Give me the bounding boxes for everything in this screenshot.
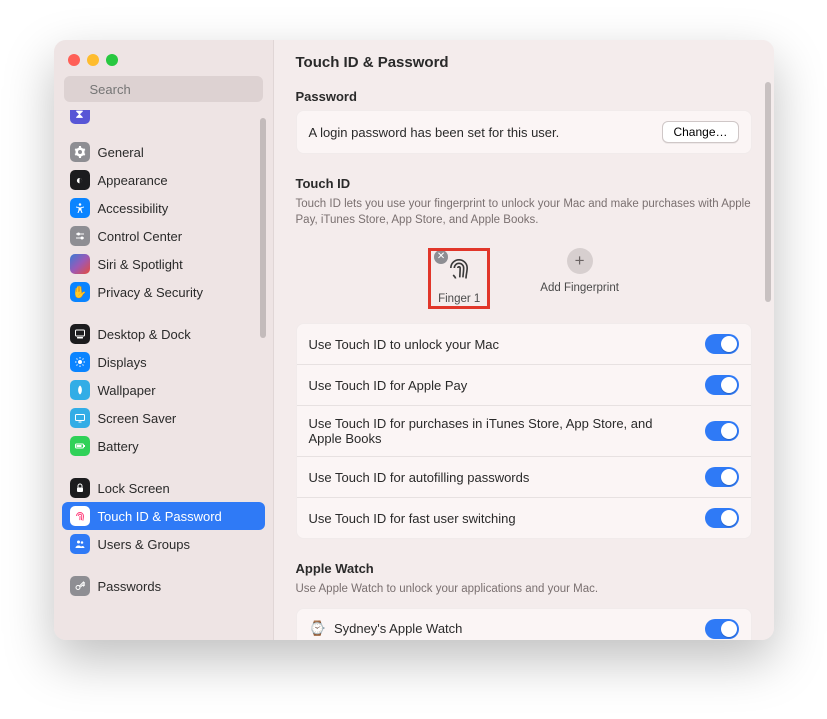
sidebar-item-label: Users & Groups: [98, 537, 190, 552]
display-icon: [70, 352, 90, 372]
sidebar-item-label: Desktop & Dock: [98, 327, 191, 342]
sidebar-item-label: Control Center: [98, 229, 183, 244]
wallpaper-icon: [70, 380, 90, 400]
apple-watch-description: Use Apple Watch to unlock your applicati…: [296, 582, 752, 598]
sidebar-list[interactable]: ⧗ General ◐ Appearance Accessibility: [54, 110, 273, 640]
hand-icon: ✋: [70, 282, 90, 302]
toggle-unlock-mac[interactable]: [705, 334, 739, 354]
appearance-icon: ◐: [70, 170, 90, 190]
fingerprint-finger-1[interactable]: ✕ Finger 1: [438, 254, 480, 305]
sidebar-item-label: General: [98, 145, 144, 160]
sidebar-item-label: Screen Saver: [98, 411, 177, 426]
toggle-apple-watch-unlock[interactable]: [705, 619, 739, 639]
siri-icon: [70, 254, 90, 274]
touchid-description: Touch ID lets you use your fingerprint t…: [296, 197, 752, 228]
main-scrollbar[interactable]: [765, 82, 771, 302]
touchid-option-row: Use Touch ID for autofilling passwords: [297, 456, 751, 497]
sidebar-item-siri[interactable]: Siri & Spotlight: [62, 250, 265, 278]
touchid-option-row: Use Touch ID for Apple Pay: [297, 364, 751, 405]
sidebar-item-label: Touch ID & Password: [98, 509, 222, 524]
sidebar-item-screensaver[interactable]: Screen Saver: [62, 404, 265, 432]
fingerprint-highlight: ✕ Finger 1: [428, 248, 490, 309]
sidebar-item-displays[interactable]: Displays: [62, 348, 265, 376]
password-heading: Password: [296, 89, 752, 104]
option-label: Use Touch ID for fast user switching: [309, 511, 516, 526]
hourglass-icon: ⧗: [70, 110, 90, 124]
touchid-option-row: Use Touch ID for fast user switching: [297, 497, 751, 538]
sidebar-item-battery[interactable]: Battery: [62, 432, 265, 460]
apple-watch-icon: ⌚: [309, 620, 326, 637]
add-fingerprint-label: Add Fingerprint: [540, 282, 619, 294]
sidebar-item-label: Displays: [98, 355, 147, 370]
accessibility-icon: [70, 198, 90, 218]
zoom-window-button[interactable]: [106, 54, 118, 66]
sidebar-item-label: Accessibility: [98, 201, 169, 216]
sidebar-item-label: Battery: [98, 439, 139, 454]
fingerprint-area: ✕ Finger 1 + Ad: [296, 238, 752, 323]
key-icon: [70, 576, 90, 596]
dock-icon: [70, 324, 90, 344]
apple-watch-card: ⌚ Sydney's Apple Watch: [296, 608, 752, 640]
fingerprint-icon: [445, 254, 473, 285]
option-label: Use Touch ID for Apple Pay: [309, 378, 468, 393]
sidebar-item-label: Lock Screen: [98, 481, 170, 496]
apple-watch-heading: Apple Watch: [296, 561, 752, 576]
sidebar-item-control-center[interactable]: Control Center: [62, 222, 265, 250]
sliders-icon: [70, 226, 90, 246]
main-content[interactable]: Touch ID & Password Password A login pas…: [274, 40, 774, 640]
sidebar-item-label: Siri & Spotlight: [98, 257, 183, 272]
sidebar-item-label: Appearance: [98, 173, 168, 188]
touchid-option-row: Use Touch ID for purchases in iTunes Sto…: [297, 405, 751, 456]
battery-icon: [70, 436, 90, 456]
sidebar-scrollbar[interactable]: [260, 118, 266, 338]
lock-icon: [70, 478, 90, 498]
system-settings-window: ⧗ General ◐ Appearance Accessibility: [54, 40, 774, 640]
fingerprint-icon: [70, 506, 90, 526]
fingerprint-label: Finger 1: [438, 293, 480, 305]
sidebar-item-accessibility[interactable]: Accessibility: [62, 194, 265, 222]
touchid-heading: Touch ID: [296, 176, 752, 191]
sidebar-item-screen-time[interactable]: ⧗: [62, 110, 265, 124]
sidebar-item-appearance[interactable]: ◐ Appearance: [62, 166, 265, 194]
plus-icon: +: [567, 248, 593, 274]
touchid-option-row: Use Touch ID to unlock your Mac: [297, 324, 751, 364]
sidebar-item-touch-id[interactable]: Touch ID & Password: [62, 502, 265, 530]
users-icon: [70, 534, 90, 554]
toggle-autofill[interactable]: [705, 467, 739, 487]
sidebar-item-wallpaper[interactable]: Wallpaper: [62, 376, 265, 404]
sidebar-item-label: Privacy & Security: [98, 285, 203, 300]
touchid-options-card: Use Touch ID to unlock your Mac Use Touc…: [296, 323, 752, 539]
gear-icon: [70, 142, 90, 162]
sidebar-item-general[interactable]: General: [62, 138, 265, 166]
sidebar-item-label: Passwords: [98, 579, 162, 594]
option-label: Use Touch ID for purchases in iTunes Sto…: [309, 416, 669, 446]
sidebar: ⧗ General ◐ Appearance Accessibility: [54, 40, 274, 640]
sidebar-item-passwords[interactable]: Passwords: [62, 572, 265, 600]
password-status-text: A login password has been set for this u…: [309, 125, 560, 140]
sidebar-item-desktop-dock[interactable]: Desktop & Dock: [62, 320, 265, 348]
close-window-button[interactable]: [68, 54, 80, 66]
toggle-apple-pay[interactable]: [705, 375, 739, 395]
sidebar-item-lock-screen[interactable]: Lock Screen: [62, 474, 265, 502]
password-card: A login password has been set for this u…: [296, 110, 752, 154]
option-label: Use Touch ID for autofilling passwords: [309, 470, 530, 485]
page-title: Touch ID & Password: [296, 54, 752, 71]
screensaver-icon: [70, 408, 90, 428]
change-password-button[interactable]: Change…: [662, 121, 738, 143]
option-label: Use Touch ID to unlock your Mac: [309, 337, 500, 352]
sidebar-item-label: Wallpaper: [98, 383, 156, 398]
search-field-wrap: [64, 76, 263, 102]
sidebar-item-users-groups[interactable]: Users & Groups: [62, 530, 265, 558]
toggle-fast-switching[interactable]: [705, 508, 739, 528]
sidebar-item-privacy[interactable]: ✋ Privacy & Security: [62, 278, 265, 306]
apple-watch-device-name: Sydney's Apple Watch: [334, 621, 462, 636]
minimize-window-button[interactable]: [87, 54, 99, 66]
add-fingerprint-button[interactable]: + Add Fingerprint: [540, 248, 619, 309]
search-input[interactable]: [64, 76, 263, 102]
window-controls: [54, 40, 273, 76]
toggle-purchases[interactable]: [705, 421, 739, 441]
